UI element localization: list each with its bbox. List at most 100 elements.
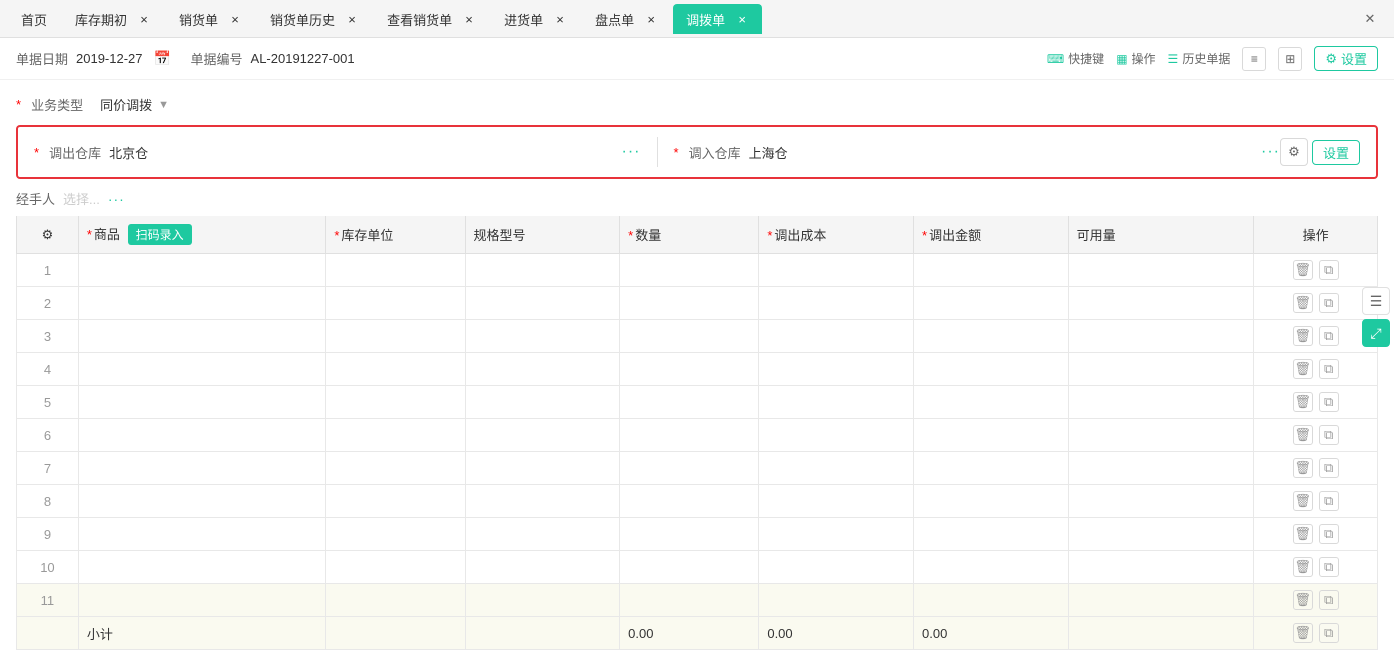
copy-icon-6[interactable]: ⧉ [1319,425,1339,445]
scan-btn[interactable]: 扫码录入 [128,224,192,245]
window-close-button[interactable]: ✕ [1354,3,1386,35]
handler-more[interactable]: ··· [108,191,125,207]
delete-icon-6[interactable]: 🗑 [1293,425,1313,445]
copy-icon-1[interactable]: ⧉ [1319,260,1339,280]
cell-qty-6[interactable] [620,419,759,452]
cell-cost-6[interactable] [759,419,914,452]
cell-product-6[interactable] [78,419,325,452]
cell-cost-1[interactable] [759,254,914,287]
cell-cost-10[interactable] [759,551,914,584]
tab-sales-order-close[interactable]: × [228,12,242,26]
warehouse-in-value[interactable]: 上海仓 [749,143,1253,162]
side-expand-btn[interactable]: ⤢ [1362,319,1390,347]
history-button[interactable]: ☰ 历史单据 [1168,50,1231,67]
cell-cost-4[interactable] [759,353,914,386]
copy-icon-7[interactable]: ⧉ [1319,458,1339,478]
copy-icon-11[interactable]: ⧉ [1319,590,1339,610]
delete-icon-4[interactable]: 🗑 [1293,359,1313,379]
tab-inventory-init-close[interactable]: × [137,12,151,26]
copy-icon-4[interactable]: ⧉ [1319,359,1339,379]
cell-qty-3[interactable] [620,320,759,353]
operation-button[interactable]: ▦ 操作 [1116,50,1155,67]
cell-qty-11[interactable] [620,584,759,617]
cell-amount-1[interactable] [914,254,1069,287]
cell-cost-3[interactable] [759,320,914,353]
cell-product-10[interactable] [78,551,325,584]
cell-amount-11[interactable] [914,584,1069,617]
warehouse-out-more[interactable]: ··· [622,143,641,161]
copy-icon-3[interactable]: ⧉ [1319,326,1339,346]
subtotal-delete-icon[interactable]: 🗑 [1293,623,1313,643]
cell-amount-9[interactable] [914,518,1069,551]
settings-button[interactable]: ⚙ 设置 [1314,46,1378,71]
tab-home[interactable]: 首页 [8,4,60,34]
cell-cost-11[interactable] [759,584,914,617]
handler-select[interactable]: 选择... [63,189,100,208]
copy-icon-5[interactable]: ⧉ [1319,392,1339,412]
cell-qty-1[interactable] [620,254,759,287]
copy-icon-10[interactable]: ⧉ [1319,557,1339,577]
cell-amount-4[interactable] [914,353,1069,386]
cell-cost-9[interactable] [759,518,914,551]
grid-icon-btn[interactable]: ⊞ [1278,47,1302,71]
cell-product-4[interactable] [78,353,325,386]
cell-cost-7[interactable] [759,452,914,485]
cell-product-5[interactable] [78,386,325,419]
tab-transfer[interactable]: 调拨单 × [673,4,762,34]
cell-qty-9[interactable] [620,518,759,551]
copy-icon-9[interactable]: ⧉ [1319,524,1339,544]
cell-amount-10[interactable] [914,551,1069,584]
warehouse-set-btn[interactable]: 设置 [1312,140,1360,165]
warehouse-settings-btn[interactable]: ⚙ [1280,138,1308,166]
cell-cost-5[interactable] [759,386,914,419]
delete-icon-7[interactable]: 🗑 [1293,458,1313,478]
delete-icon-3[interactable]: 🗑 [1293,326,1313,346]
delete-icon-8[interactable]: 🗑 [1293,491,1313,511]
cell-product-8[interactable] [78,485,325,518]
cell-product-3[interactable] [78,320,325,353]
cell-product-7[interactable] [78,452,325,485]
tab-stocktake-close[interactable]: × [644,12,658,26]
cell-amount-6[interactable] [914,419,1069,452]
delete-icon-2[interactable]: 🗑 [1293,293,1313,313]
layout-icon-btn[interactable]: ≡ [1242,47,1266,71]
tab-purchase-order[interactable]: 进货单 × [491,4,580,34]
business-type-select[interactable]: 同价调拨 ▼ [91,90,251,119]
calendar-icon[interactable]: 📅 [151,47,175,71]
cell-amount-7[interactable] [914,452,1069,485]
side-list-btn[interactable]: ☰ [1362,287,1390,315]
tab-transfer-close[interactable]: × [735,12,749,26]
warehouse-in-more[interactable]: ··· [1261,143,1280,161]
tab-view-sales[interactable]: 查看销货单 × [374,4,489,34]
cell-amount-3[interactable] [914,320,1069,353]
delete-icon-11[interactable]: 🗑 [1293,590,1313,610]
cell-amount-8[interactable] [914,485,1069,518]
cell-qty-2[interactable] [620,287,759,320]
shortcut-button[interactable]: ⌨ 快捷键 [1047,50,1104,67]
cell-product-2[interactable] [78,287,325,320]
cell-product-11[interactable] [78,584,325,617]
copy-icon-2[interactable]: ⧉ [1319,293,1339,313]
warehouse-out-value[interactable]: 北京仓 [109,143,613,162]
cell-qty-4[interactable] [620,353,759,386]
tab-stocktake[interactable]: 盘点单 × [582,4,671,34]
tab-purchase-order-close[interactable]: × [553,12,567,26]
delete-icon-9[interactable]: 🗑 [1293,524,1313,544]
delete-icon-5[interactable]: 🗑 [1293,392,1313,412]
cell-qty-8[interactable] [620,485,759,518]
cell-qty-7[interactable] [620,452,759,485]
cell-qty-5[interactable] [620,386,759,419]
date-value[interactable]: 2019-12-27 [76,51,143,66]
tab-sales-order[interactable]: 销货单 × [166,4,255,34]
cell-product-9[interactable] [78,518,325,551]
delete-icon-10[interactable]: 🗑 [1293,557,1313,577]
delete-icon-1[interactable]: 🗑 [1293,260,1313,280]
cell-amount-2[interactable] [914,287,1069,320]
cell-cost-8[interactable] [759,485,914,518]
tab-sales-history[interactable]: 销货单历史 × [257,4,372,34]
tab-sales-history-close[interactable]: × [345,12,359,26]
tab-view-sales-close[interactable]: × [462,12,476,26]
copy-icon-8[interactable]: ⧉ [1319,491,1339,511]
tab-inventory-init[interactable]: 库存期初 × [62,4,164,34]
cell-cost-2[interactable] [759,287,914,320]
